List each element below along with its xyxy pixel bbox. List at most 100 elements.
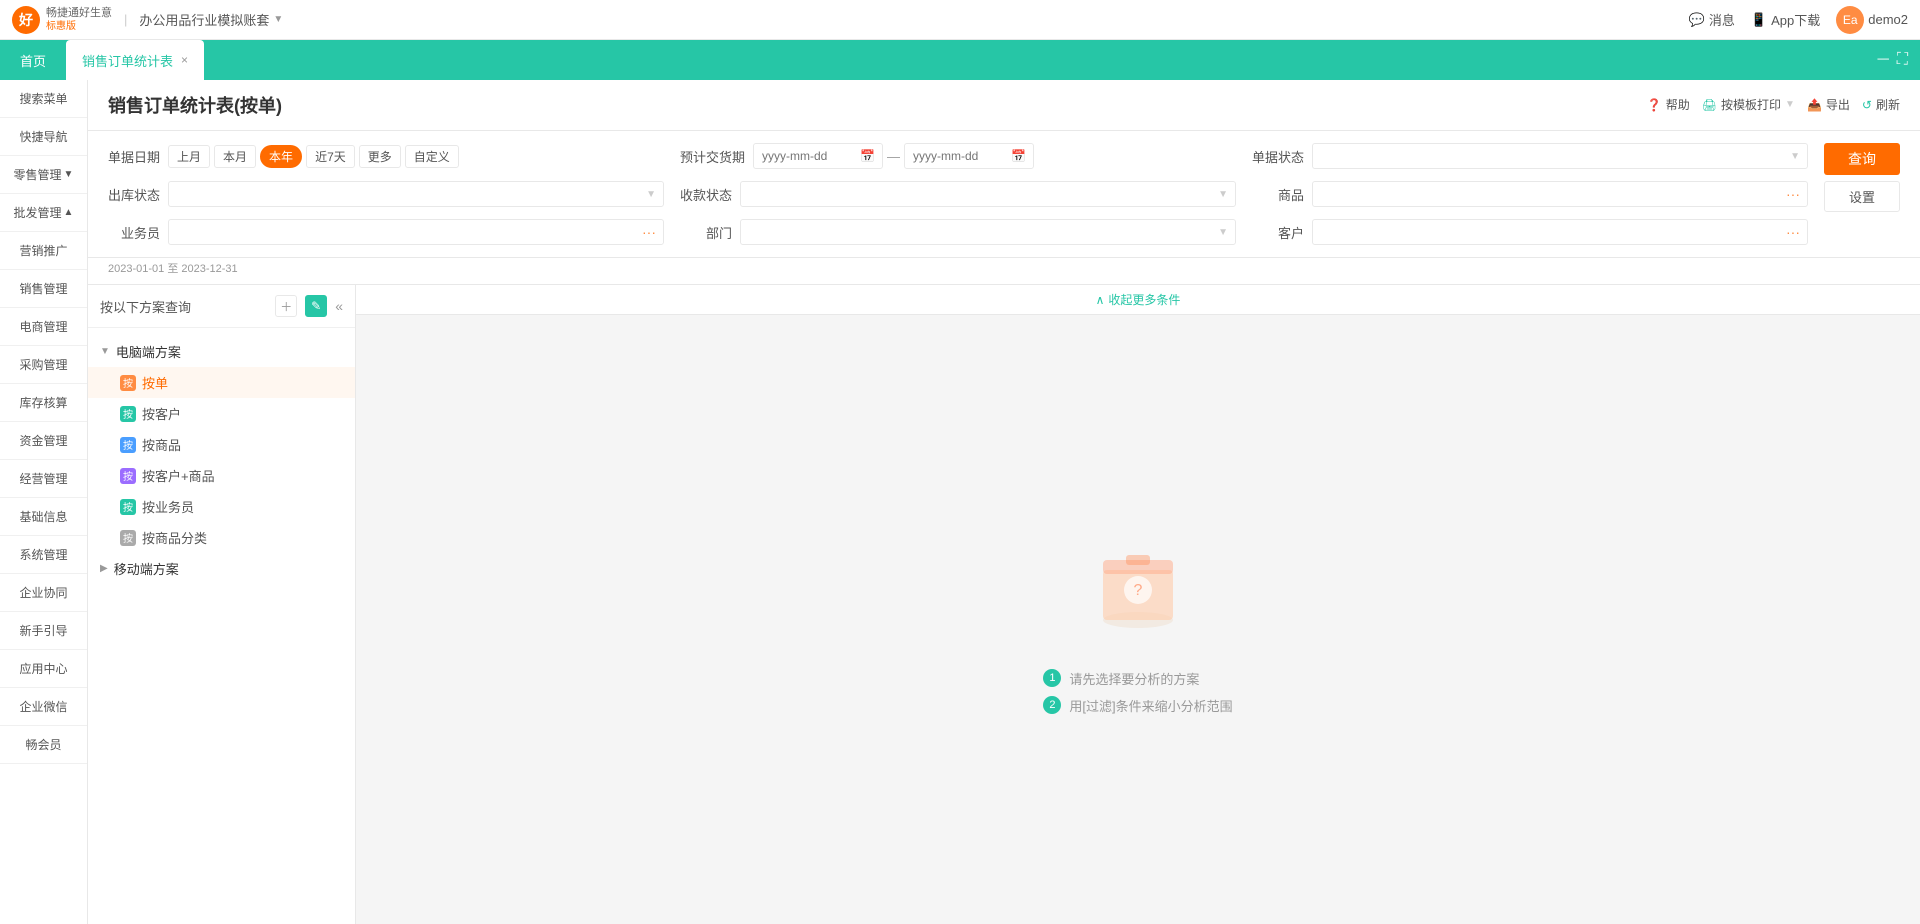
help-icon: ❓ — [1647, 98, 1662, 112]
customer-dots-btn[interactable]: ··· — [1786, 224, 1800, 240]
tab-close-btn[interactable]: × — [181, 53, 188, 67]
tree-item-by-order[interactable]: 按 按单 — [88, 367, 355, 398]
sidebar: 搜索菜单 快捷导航 零售管理 ▼ 批发管理 ▲ 营销推广 销售管理 电商管理 采… — [0, 80, 88, 924]
tree-item-by-customer-goods[interactable]: 按 按客户+商品 — [88, 460, 355, 491]
sidebar-item-corpwechat[interactable]: 企业微信 — [0, 688, 87, 726]
salesperson-input[interactable] — [168, 219, 664, 245]
app-download-btn[interactable]: 📱 App下载 — [1751, 10, 1820, 29]
goods-input[interactable] — [1312, 181, 1808, 207]
expected-date-range: 📅 — 📅 — [753, 143, 1236, 169]
sidebar-item-retail[interactable]: 零售管理 ▼ — [0, 156, 87, 194]
collapse-label: 收起更多条件 — [1108, 291, 1180, 308]
sidebar-item-system[interactable]: 系统管理 — [0, 536, 87, 574]
out-status-select[interactable] — [168, 181, 664, 207]
add-scheme-btn[interactable]: ＋ — [275, 295, 297, 317]
goods-dots-btn[interactable]: ··· — [1786, 186, 1800, 202]
filter-grid: 单据日期 上月 本月 本年 近7天 更多 自定义 预计交货期 — [108, 143, 1808, 245]
last-month-btn[interactable]: 上月 — [168, 145, 210, 168]
tab-active[interactable]: 销售订单统计表 × — [66, 40, 204, 80]
sidebar-item-quicknav[interactable]: 快捷导航 — [0, 118, 87, 156]
sidebar-item-operations[interactable]: 经营管理 — [0, 460, 87, 498]
date-to-wrapper: 📅 — [904, 143, 1034, 169]
tab-bar-actions: ─ ⛶ — [1877, 51, 1920, 69]
page-header-actions: ❓ 帮助 🖨 按模板打印 ▼ 📤 导出 ↺ 刷新 — [1647, 92, 1900, 113]
logo-area[interactable]: 好 畅捷通好生意 标惠版 — [12, 6, 112, 34]
sidebar-item-search[interactable]: 搜索菜单 — [0, 80, 87, 118]
scheme-icon-5: 按 — [120, 530, 136, 546]
empty-state: ? 1 请先选择要分析的方案 2 用[过滤]条件来缩小分析范围 — [356, 315, 1920, 924]
download-icon: 📱 — [1751, 12, 1767, 28]
company-selector[interactable]: 办公用品行业模拟账套 ▼ — [139, 10, 283, 29]
scheme-icon-1: 按 — [120, 406, 136, 422]
empty-svg: ? — [1078, 525, 1198, 645]
tree-section: ▼ 电脑端方案 按 按单 按 按客户 按 按商品 — [88, 328, 355, 592]
custom-btn[interactable]: 自定义 — [405, 145, 459, 168]
tip-number-2: 2 — [1043, 696, 1061, 714]
customer-input[interactable] — [1312, 219, 1808, 245]
help-btn[interactable]: ❓ 帮助 — [1647, 96, 1690, 113]
tree-item-by-goods-category[interactable]: 按 按商品分类 — [88, 522, 355, 553]
minimize-btn[interactable]: ─ — [1877, 51, 1888, 69]
scheme-label-2: 按商品 — [142, 435, 181, 454]
tree-item-by-goods[interactable]: 按 按商品 — [88, 429, 355, 460]
this-month-btn[interactable]: 本月 — [214, 145, 256, 168]
sidebar-label-retail: 零售管理 — [14, 166, 62, 183]
sidebar-item-member[interactable]: 畅会员 — [0, 726, 87, 764]
sidebar-item-purchase[interactable]: 采购管理 — [0, 346, 87, 384]
this-year-btn[interactable]: 本年 — [260, 145, 302, 168]
sidebar-item-newuser[interactable]: 新手引导 — [0, 612, 87, 650]
scheme-icon-0: 按 — [120, 375, 136, 391]
last7-btn[interactable]: 近7天 — [306, 145, 355, 168]
tree-item-by-salesperson[interactable]: 按 按业务员 — [88, 491, 355, 522]
sidebar-item-enterprise[interactable]: 企业协同 — [0, 574, 87, 612]
sidebar-item-marketing[interactable]: 营销推广 — [0, 232, 87, 270]
calendar-to-icon: 📅 — [1011, 149, 1026, 163]
active-tab-label: 销售订单统计表 — [82, 51, 173, 70]
sidebar-label-wholesale: 批发管理 — [14, 204, 62, 221]
scheme-icon-4: 按 — [120, 499, 136, 515]
filter-out-status-field: 出库状态 ▼ — [108, 181, 664, 207]
maximize-btn[interactable]: ⛶ — [1897, 51, 1908, 69]
company-name: 办公用品行业模拟账套 — [139, 10, 269, 29]
page-title: 销售订单统计表(按单) — [108, 92, 282, 130]
collapse-more-btn[interactable]: ∧ 收起更多条件 — [356, 285, 1920, 315]
payment-status-select[interactable] — [740, 181, 1236, 207]
tab-home[interactable]: 首页 — [0, 40, 66, 80]
tree-item-by-customer[interactable]: 按 按客户 — [88, 398, 355, 429]
sidebar-item-inventory[interactable]: 库存核算 — [0, 384, 87, 422]
customer-label: 客户 — [1252, 223, 1304, 242]
salesperson-control: ··· — [168, 219, 664, 245]
settings-button[interactable]: 设置 — [1824, 181, 1900, 212]
tree-parent-pc[interactable]: ▼ 电脑端方案 — [88, 336, 355, 367]
edit-scheme-btn[interactable]: ✎ — [305, 295, 327, 317]
more-btn[interactable]: 更多 — [359, 145, 401, 168]
salesperson-dots-btn[interactable]: ··· — [642, 224, 656, 240]
breadcrumb-separator: | — [124, 12, 127, 27]
sidebar-item-appcenter[interactable]: 应用中心 — [0, 650, 87, 688]
sidebar-item-finance[interactable]: 资金管理 — [0, 422, 87, 460]
payment-status-control: ▼ — [740, 181, 1236, 207]
message-btn[interactable]: 💬 消息 — [1689, 10, 1735, 29]
filter-expected-date-field: 预计交货期 📅 — 📅 — [680, 143, 1236, 169]
refresh-btn[interactable]: ↺ 刷新 — [1862, 96, 1900, 113]
logo-icon: 好 — [12, 6, 40, 34]
user-area[interactable]: Ea demo2 — [1836, 6, 1908, 34]
inner-layout: 按以下方案查询 ＋ ✎ « ▼ 电脑端方案 按 按单 按 — [88, 285, 1920, 924]
scheme-icon-2: 按 — [120, 437, 136, 453]
export-btn[interactable]: 📤 导出 — [1807, 96, 1850, 113]
print-btn[interactable]: 🖨 按模板打印 ▼ — [1702, 96, 1795, 113]
left-panel-header: 按以下方案查询 ＋ ✎ « — [88, 285, 355, 328]
collapse-panel-btn[interactable]: « — [335, 298, 343, 314]
date-label: 单据日期 — [108, 147, 160, 166]
top-header: 好 畅捷通好生意 标惠版 | 办公用品行业模拟账套 ▼ 💬 消息 📱 App下载… — [0, 0, 1920, 40]
query-button[interactable]: 查询 — [1824, 143, 1900, 175]
sidebar-item-sales[interactable]: 销售管理 — [0, 270, 87, 308]
tip-text-2: 用[过滤]条件来缩小分析范围 — [1069, 696, 1232, 715]
sidebar-item-ecommerce[interactable]: 电商管理 — [0, 308, 87, 346]
tree-parent-mobile[interactable]: ▶ 移动端方案 — [88, 553, 355, 584]
bill-status-select[interactable] — [1312, 143, 1808, 169]
department-select[interactable] — [740, 219, 1236, 245]
refresh-icon: ↺ — [1862, 98, 1872, 112]
sidebar-item-wholesale[interactable]: 批发管理 ▲ — [0, 194, 87, 232]
sidebar-item-basic[interactable]: 基础信息 — [0, 498, 87, 536]
